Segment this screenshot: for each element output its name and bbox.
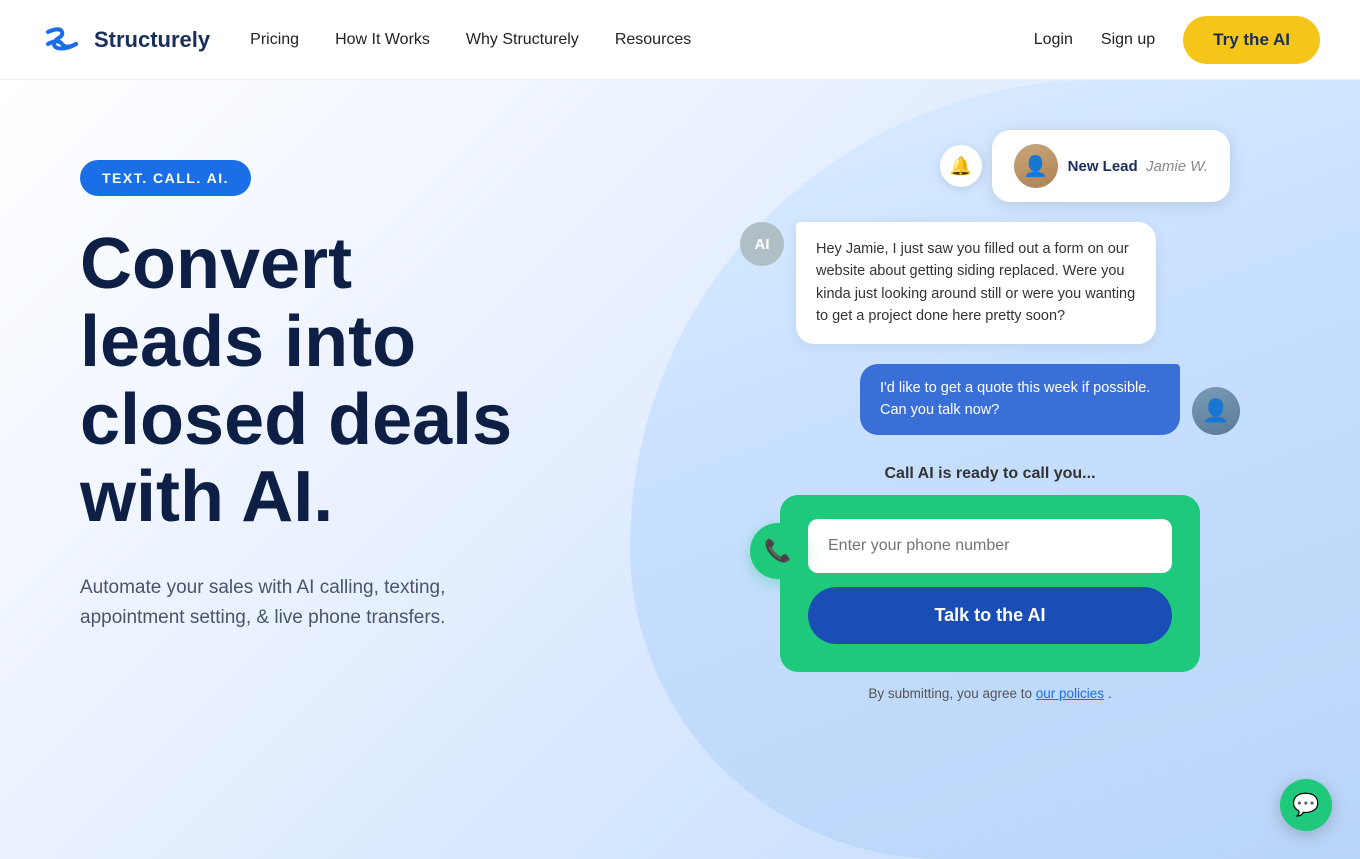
logo-icon bbox=[40, 18, 84, 62]
hero-subtitle: Automate your sales with AI calling, tex… bbox=[80, 573, 540, 634]
hero-title-line3: closed deals bbox=[80, 380, 512, 460]
user-avatar: 👤 bbox=[1192, 387, 1240, 435]
new-lead-text: New Lead Jamie W. bbox=[1068, 158, 1208, 175]
new-lead-name: Jamie W. bbox=[1146, 158, 1208, 175]
new-lead-label: New Lead bbox=[1068, 158, 1138, 175]
ai-badge: AI bbox=[740, 222, 784, 266]
chat-widget-button[interactable]: 💬 bbox=[1280, 779, 1332, 831]
navbar: Structurely Pricing How It Works Why Str… bbox=[0, 0, 1360, 80]
user-reply-bubble: I'd like to get a quote this week if pos… bbox=[860, 364, 1180, 436]
call-phone-button[interactable]: 📞 bbox=[750, 523, 806, 579]
signup-link[interactable]: Sign up bbox=[1101, 31, 1155, 49]
nav-link-resources[interactable]: Resources bbox=[615, 31, 691, 49]
chat-area: 🔔 👤 New Lead Jamie W. AI Hey Jamie, I ju… bbox=[730, 130, 1250, 701]
bell-icon: 🔔 bbox=[940, 145, 982, 187]
nav-right: Login Sign up Try the AI bbox=[1034, 16, 1320, 64]
hero-section: TEXT. CALL. AI. Convert leads into close… bbox=[0, 80, 1360, 859]
policy-prefix: By submitting, you agree to bbox=[868, 686, 1032, 701]
logo-text: Structurely bbox=[94, 27, 210, 53]
nav-link-pricing[interactable]: Pricing bbox=[250, 31, 299, 49]
phone-icon: 📞 bbox=[764, 538, 791, 564]
policy-text: By submitting, you agree to our policies… bbox=[868, 686, 1111, 701]
login-link[interactable]: Login bbox=[1034, 31, 1073, 49]
try-ai-button[interactable]: Try the AI bbox=[1183, 16, 1320, 64]
user-avatar-image: 👤 bbox=[1192, 387, 1240, 435]
call-ready-text: Call AI is ready to call you... bbox=[884, 465, 1095, 483]
nav-links: Pricing How It Works Why Structurely Res… bbox=[250, 31, 1034, 49]
policy-suffix: . bbox=[1108, 686, 1112, 701]
nav-link-how-it-works[interactable]: How It Works bbox=[335, 31, 430, 49]
ai-message-row: AI Hey Jamie, I just saw you filled out … bbox=[730, 222, 1250, 344]
nav-link-why[interactable]: Why Structurely bbox=[466, 31, 579, 49]
user-reply-row: I'd like to get a quote this week if pos… bbox=[730, 364, 1250, 436]
chat-widget-icon: 💬 bbox=[1292, 792, 1319, 818]
talk-to-ai-button[interactable]: Talk to the AI bbox=[808, 587, 1172, 644]
hero-title: Convert leads into closed deals with AI. bbox=[80, 226, 620, 537]
lead-avatar: 👤 bbox=[1014, 144, 1058, 188]
policy-link[interactable]: our policies bbox=[1036, 686, 1104, 701]
hero-title-line4: with AI. bbox=[80, 457, 333, 537]
phone-input[interactable] bbox=[808, 519, 1172, 573]
hero-left: TEXT. CALL. AI. Convert leads into close… bbox=[0, 80, 620, 859]
lead-avatar-image: 👤 bbox=[1014, 144, 1058, 188]
hero-title-line1: Convert bbox=[80, 224, 352, 304]
logo-link[interactable]: Structurely bbox=[40, 18, 210, 62]
call-cta-area: Call AI is ready to call you... 📞 Talk t… bbox=[730, 465, 1250, 701]
new-lead-bubble: 👤 New Lead Jamie W. bbox=[992, 130, 1230, 202]
call-form-card: Talk to the AI bbox=[780, 495, 1200, 672]
hero-right: 🔔 👤 New Lead Jamie W. AI Hey Jamie, I ju… bbox=[620, 80, 1360, 859]
new-lead-notification: 🔔 👤 New Lead Jamie W. bbox=[730, 130, 1250, 202]
hero-title-line2: leads into bbox=[80, 302, 416, 382]
ai-message-bubble: Hey Jamie, I just saw you filled out a f… bbox=[796, 222, 1156, 344]
hero-badge: TEXT. CALL. AI. bbox=[80, 160, 251, 196]
